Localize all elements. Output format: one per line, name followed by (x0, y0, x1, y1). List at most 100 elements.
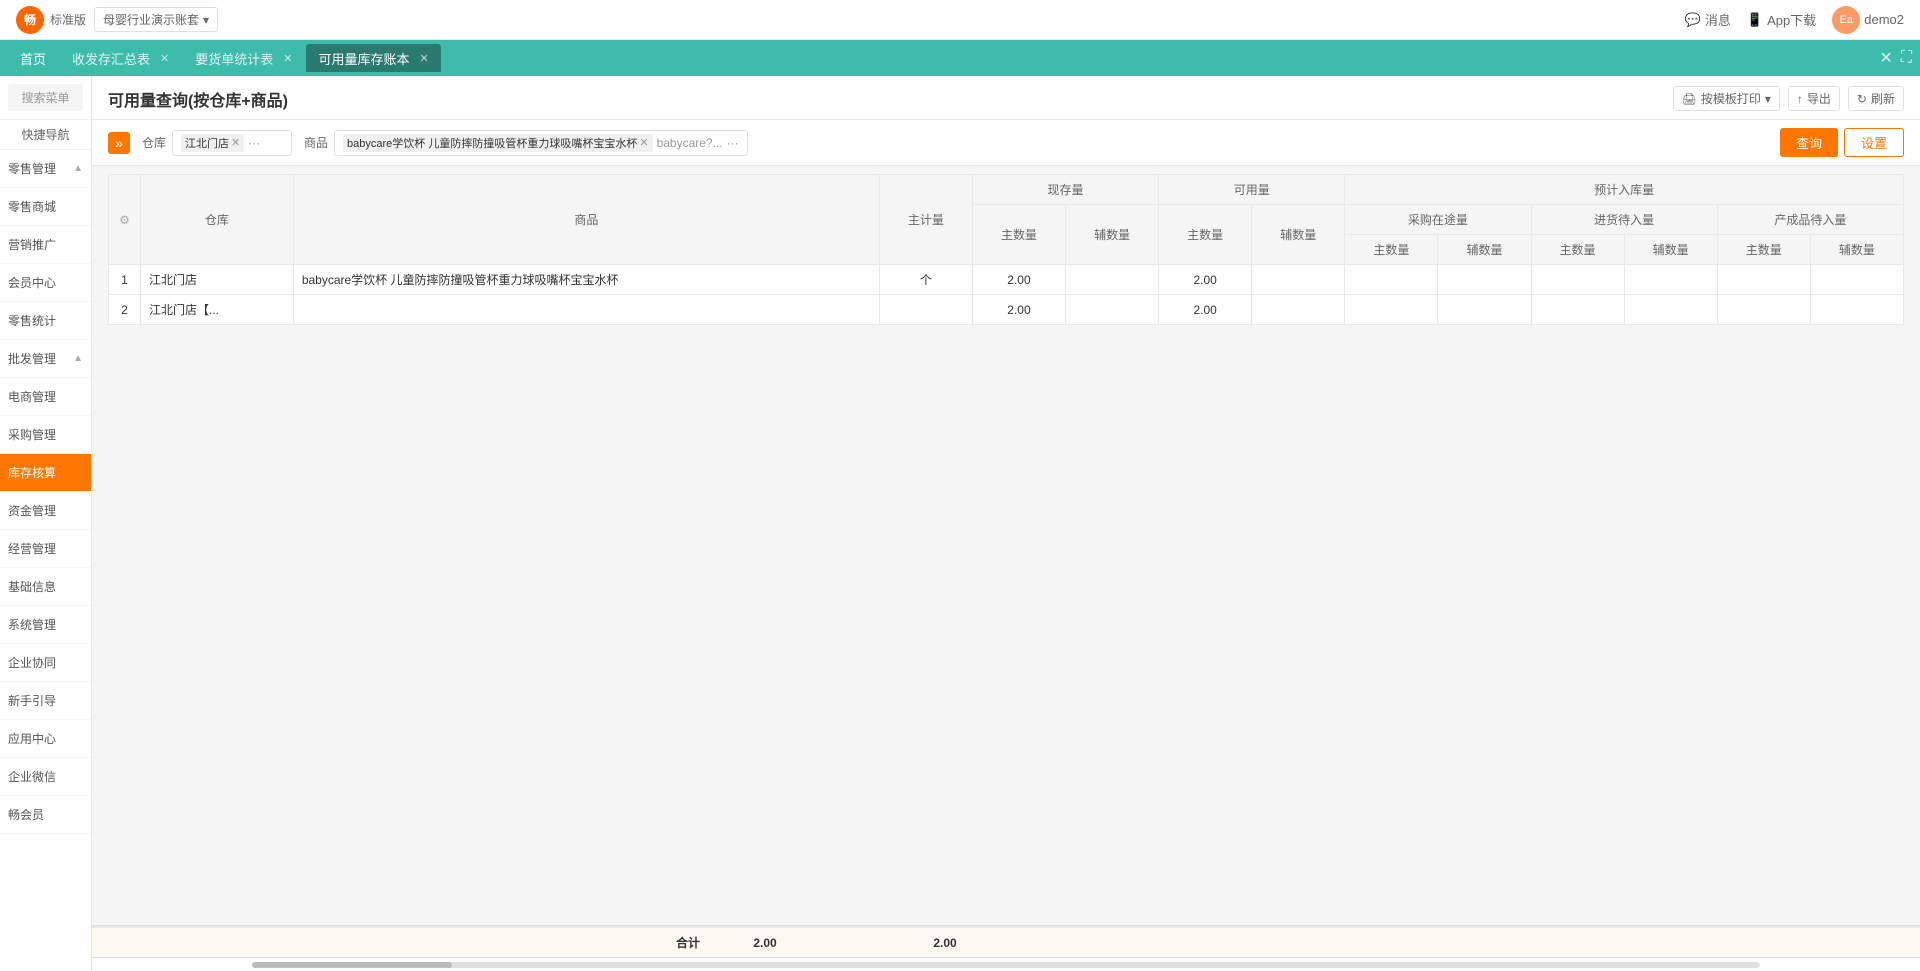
sidebar-item-retail-mall[interactable]: 零售商城 (0, 188, 91, 226)
sidebar-item-enterprise-wechat[interactable]: 企业微信 (0, 758, 91, 796)
expand-icon: ▲ (73, 353, 83, 364)
scroll-thumb[interactable] (252, 962, 452, 968)
scroll-track (252, 962, 1760, 968)
product-filter: 商品 babycare学饮杯 儿童防摔防撞吸管杯重力球吸嘴杯宝宝水杯 ✕ bab… (304, 130, 748, 156)
table-area: ⚙ 仓库 商品 主计量 现存量 可用量 预计入库量 主数量 辅数量 主数量 辅数… (92, 166, 1920, 925)
sidebar-item-enterprise-coop[interactable]: 企业协同 (0, 644, 91, 682)
product-more-btn[interactable]: ··· (727, 136, 739, 150)
close-all-tabs-btn[interactable]: ✕ (1879, 48, 1892, 68)
row-avail-main: 2.00 (1159, 295, 1252, 325)
col-available-header: 可用量 (1159, 175, 1345, 205)
app-download-btn[interactable]: 📱 App下载 (1747, 10, 1816, 29)
query-btn[interactable]: 查询 (1780, 128, 1838, 157)
horizontal-scrollbar[interactable] (92, 957, 1920, 971)
data-table: ⚙ 仓库 商品 主计量 现存量 可用量 预计入库量 主数量 辅数量 主数量 辅数… (108, 174, 1904, 325)
row-prod-pending-main (1717, 265, 1810, 295)
col-current-stock-header: 现存量 (972, 175, 1158, 205)
sidebar-item-new-guide[interactable]: 新手引导 (0, 682, 91, 720)
quick-nav-btn[interactable]: 快捷导航 (0, 120, 91, 150)
sidebar-item-retail-stats[interactable]: 零售统计 (0, 302, 91, 340)
col-main-unit-header: 主计量 (879, 175, 972, 265)
close-tab-order-stat[interactable]: ✕ (283, 52, 292, 65)
close-tab-collect-pay[interactable]: ✕ (160, 52, 169, 65)
row-pur-transit-aux (1438, 265, 1531, 295)
col-stock-main-header: 主数量 (972, 205, 1065, 265)
product-tag: babycare学饮杯 儿童防摔防撞吸管杯重力球吸嘴杯宝宝水杯 ✕ (343, 134, 653, 152)
sidebar-item-retail-mgmt[interactable]: 零售管理▲ (0, 150, 91, 188)
warehouse-filter: 仓库 江北门店 ✕ ··· (142, 130, 292, 156)
settings-btn[interactable]: 设置 (1844, 128, 1904, 157)
row-product: babycare学饮杯 儿童防摔防撞吸管杯重力球吸嘴杯宝宝水杯 (293, 265, 879, 295)
row-pur-pending-main (1531, 265, 1624, 295)
sidebar-search-area: 搜索菜单 (0, 76, 91, 120)
filter-toggle-btn[interactable]: » (108, 132, 130, 154)
row-main-unit (879, 295, 972, 325)
avatar: Ea (1832, 6, 1860, 34)
warehouse-more-btn[interactable]: ··· (248, 136, 260, 150)
col-pur-transit-aux-header: 辅数量 (1438, 235, 1531, 265)
col-pur-pending-aux-header: 辅数量 (1624, 235, 1717, 265)
column-settings-icon[interactable]: ⚙ (119, 213, 130, 227)
sidebar-item-inventory-check[interactable]: 库存核算 (0, 454, 91, 492)
col-pur-pending-main-header: 主数量 (1531, 235, 1624, 265)
top-bar: 畅 标准版 母婴行业演示账套 ▾ 💬 消息 📱 App下载 Ea demo2 (0, 0, 1920, 40)
close-tab-available-stock[interactable]: ✕ (420, 52, 429, 65)
export-btn[interactable]: ↑ 导出 (1788, 86, 1840, 111)
remove-product-tag[interactable]: ✕ (639, 136, 648, 149)
row-pur-transit-main (1345, 265, 1438, 295)
tab-collect-pay[interactable]: 收发存汇总表 ✕ (60, 44, 181, 72)
sidebar-item-wholesale-mgmt[interactable]: 批发管理▲ (0, 340, 91, 378)
row-pur-transit-aux (1438, 295, 1531, 325)
row-pur-pending-main (1531, 295, 1624, 325)
row-no: 2 (109, 295, 141, 325)
row-no: 1 (109, 265, 141, 295)
message-btn[interactable]: 💬 消息 (1685, 10, 1731, 29)
sidebar-item-basic-info[interactable]: 基础信息 (0, 568, 91, 606)
logo-icon: 畅 (16, 6, 44, 34)
filter-actions: 查询 设置 (1780, 128, 1904, 157)
chevron-down-icon: ▾ (203, 13, 209, 27)
sidebar-item-finance-mgmt[interactable]: 资金管理 (0, 492, 91, 530)
sidebar-item-marketing[interactable]: 营销推广 (0, 226, 91, 264)
warehouse-input[interactable]: 江北门店 ✕ ··· (172, 130, 292, 156)
template-selector[interactable]: 母婴行业演示账套 ▾ (94, 7, 218, 32)
row-pur-pending-aux (1624, 295, 1717, 325)
tab-home[interactable]: 首页 (8, 44, 58, 72)
table-body: 1 江北门店 babycare学饮杯 儿童防摔防撞吸管杯重力球吸嘴杯宝宝水杯 个… (109, 265, 1904, 325)
sidebar-item-vip-member[interactable]: 畅会员 (0, 796, 91, 834)
row-prod-pending-aux (1810, 265, 1903, 295)
message-icon: 💬 (1685, 12, 1701, 28)
sidebar-item-business-mgmt[interactable]: 经营管理 (0, 530, 91, 568)
product-short: babycare?... (657, 136, 723, 150)
print-btn[interactable]: 🖨 按模板打印 ▾ (1673, 86, 1780, 111)
fullscreen-btn[interactable]: ⛶ (1901, 49, 1912, 67)
table-footer: 合计 2.00 2.00 (92, 926, 1920, 957)
row-prod-pending-main (1717, 295, 1810, 325)
row-stock-main: 2.00 (972, 265, 1065, 295)
col-prod-pending-header: 产成品待入量 (1717, 205, 1903, 235)
sidebar-item-system-mgmt[interactable]: 系统管理 (0, 606, 91, 644)
sidebar-item-app-center[interactable]: 应用中心 (0, 720, 91, 758)
tab-order-stat[interactable]: 要货单统计表 ✕ (183, 44, 304, 72)
expand-icon: ▲ (73, 163, 83, 174)
sidebar-item-member-center[interactable]: 会员中心 (0, 264, 91, 302)
top-bar-left: 畅 标准版 母婴行业演示账套 ▾ (16, 6, 218, 34)
refresh-btn[interactable]: ↻ 刷新 (1848, 86, 1904, 111)
row-stock-aux (1066, 265, 1159, 295)
user-btn[interactable]: Ea demo2 (1832, 6, 1904, 34)
remove-warehouse-tag[interactable]: ✕ (231, 136, 240, 149)
nav-tabs-bar: 首页 收发存汇总表 ✕ 要货单统计表 ✕ 可用量库存账本 ✕ ✕ ⛶ (0, 40, 1920, 76)
totals-stock-main: 2.00 (720, 936, 810, 950)
page-title: 可用量查询(按仓库+商品) (108, 87, 288, 111)
export-icon: ↑ (1797, 92, 1803, 106)
col-pur-pending-header: 进货待入量 (1531, 205, 1717, 235)
sidebar-item-ecommerce-mgmt[interactable]: 电商管理 (0, 378, 91, 416)
row-prod-pending-aux (1810, 295, 1903, 325)
product-input[interactable]: babycare学饮杯 儿童防摔防撞吸管杯重力球吸嘴杯宝宝水杯 ✕ babyca… (334, 130, 748, 156)
tab-available-stock[interactable]: 可用量库存账本 ✕ (306, 44, 440, 72)
search-menu-btn[interactable]: 搜索菜单 (8, 84, 83, 111)
logo-area: 畅 标准版 (16, 6, 86, 34)
col-settings-header: ⚙ (109, 175, 141, 265)
sidebar-item-purchase-mgmt[interactable]: 采购管理 (0, 416, 91, 454)
print-icon: 🖨 (1682, 92, 1697, 106)
